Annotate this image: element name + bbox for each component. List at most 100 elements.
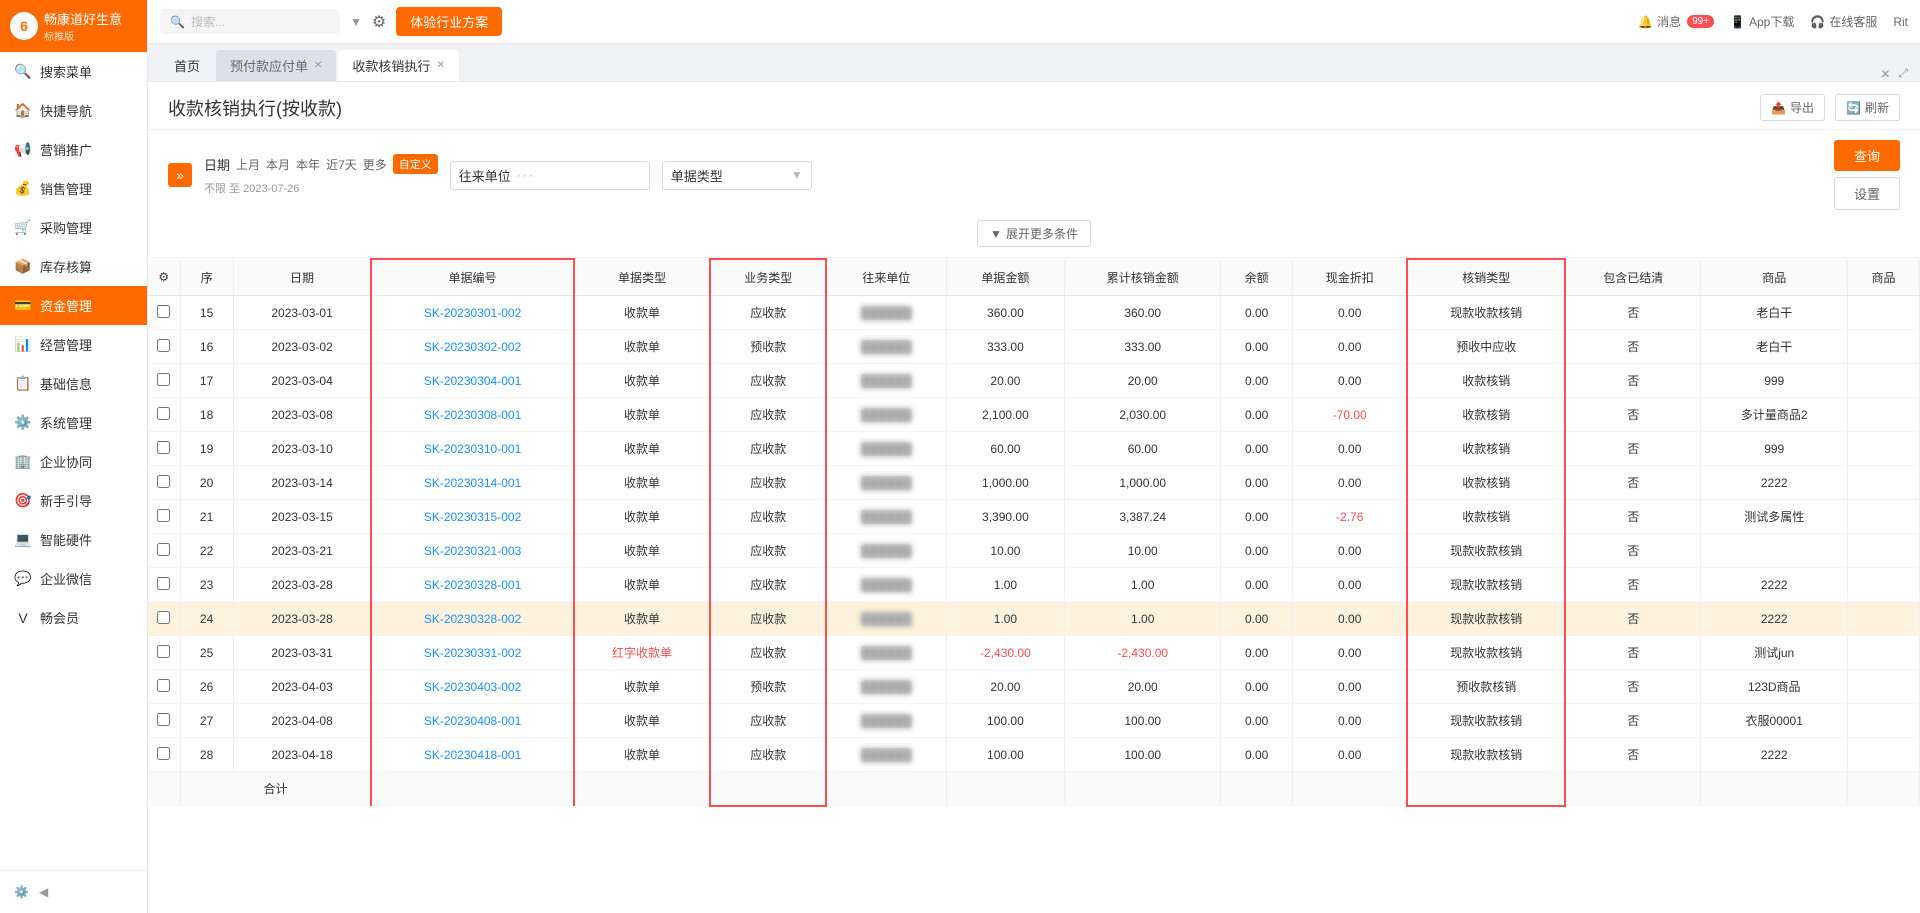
cell-gear[interactable] [148, 704, 180, 738]
industry-solution-button[interactable]: 体验行业方案 [396, 7, 502, 36]
cell-cumulative: 1,000.00 [1065, 466, 1221, 500]
cell-date: 2023-04-08 [233, 704, 371, 738]
sidebar-item-system[interactable]: ⚙️ 系统管理 [0, 403, 147, 442]
user-name[interactable]: Rit [1893, 15, 1908, 29]
refresh-button[interactable]: 🔄 刷新 [1835, 94, 1900, 121]
cell-gear[interactable] [148, 296, 180, 330]
tab-collection-close[interactable]: ✕ [436, 60, 444, 71]
cell-doc-type: 收款单 [574, 466, 711, 500]
cell-balance: 0.00 [1221, 602, 1293, 636]
doc-no-link[interactable]: SK-20230304-001 [424, 374, 521, 388]
sidebar-item-inventory[interactable]: 📦 库存核算 [0, 247, 147, 286]
bell-icon: 🔔 [1638, 15, 1653, 29]
cell-gear[interactable] [148, 636, 180, 670]
cell-cumulative: -2,430.00 [1065, 636, 1221, 670]
cell-no: 27 [180, 704, 233, 738]
doc-no-link[interactable]: SK-20230315-002 [424, 510, 521, 524]
app-download-link[interactable]: 📱 App下载 [1730, 13, 1794, 30]
tab-prepay-close[interactable]: ✕ [314, 60, 322, 71]
col-gear[interactable]: ⚙ [148, 259, 180, 296]
doc-no-link[interactable]: SK-20230418-001 [424, 748, 521, 762]
topbar-dropdown-arrow[interactable]: ▼ [350, 15, 362, 29]
cell-date: 2023-04-18 [233, 738, 371, 772]
date-custom[interactable]: 自定义 [393, 154, 438, 174]
query-button[interactable]: 查询 [1834, 140, 1900, 171]
sidebar-item-marketing[interactable]: 📢 营销推广 [0, 130, 147, 169]
doc-type-filter[interactable]: 单据类型 ▼ [662, 161, 812, 190]
export-button[interactable]: 📤 导出 [1760, 94, 1825, 121]
tab-maximize-icon[interactable]: ⤢ [1898, 66, 1908, 81]
cell-gear[interactable] [148, 364, 180, 398]
date-curr-year[interactable]: 本年 [296, 156, 320, 173]
notification-area[interactable]: 🔔 消息 99+ [1638, 13, 1714, 30]
cell-cancel-type: 现款收款核销 [1407, 296, 1565, 330]
sidebar-item-wechat[interactable]: 💬 企业微信 [0, 559, 147, 598]
sidebar-collapse-icon[interactable]: ◀ [39, 885, 48, 899]
table-row: 21 2023-03-15 SK-20230315-002 收款单 应收款 ██… [148, 500, 1920, 534]
tab-home[interactable]: 首页 [160, 50, 214, 81]
cell-partner: ██████ [826, 330, 946, 364]
sidebar-settings-icon[interactable]: ⚙️ [14, 885, 29, 899]
cell-gear[interactable] [148, 432, 180, 466]
tab-collection[interactable]: 收款核销执行 ✕ [338, 50, 458, 81]
sidebar-item-basic[interactable]: 📋 基础信息 [0, 364, 147, 403]
cell-biz-type: 应收款 [710, 636, 826, 670]
sidebar-item-enterprise[interactable]: 🏢 企业协同 [0, 442, 147, 481]
cell-goods2 [1848, 398, 1920, 432]
cell-gear[interactable] [148, 738, 180, 772]
cell-amount: 60.00 [946, 432, 1065, 466]
filter-toggle-button[interactable]: » [168, 163, 192, 187]
doc-no-link[interactable]: SK-20230302-002 [424, 340, 521, 354]
doc-no-link[interactable]: SK-20230308-001 [424, 408, 521, 422]
date-prev-month[interactable]: 上月 [236, 156, 260, 173]
doc-no-link[interactable]: SK-20230310-001 [424, 442, 521, 456]
col-goods2: 商品 [1848, 259, 1920, 296]
cell-goods: 老白干 [1701, 330, 1848, 364]
cell-biz-type: 应收款 [710, 296, 826, 330]
date-curr-month[interactable]: 本月 [266, 156, 290, 173]
sidebar-item-quicknav[interactable]: 🏠 快捷导航 [0, 91, 147, 130]
filter-settings-button[interactable]: 设置 [1834, 177, 1900, 210]
sidebar-item-operations[interactable]: 📊 经营管理 [0, 325, 147, 364]
doc-no-link[interactable]: SK-20230331-002 [424, 646, 521, 660]
cell-gear[interactable] [148, 602, 180, 636]
footer-cancel-type [1407, 772, 1565, 806]
cell-cancel-type: 现款收款核销 [1407, 738, 1565, 772]
hardware-icon: 💻 [14, 531, 32, 549]
cell-cancel-type: 现款收款核销 [1407, 534, 1565, 568]
expand-conditions-button[interactable]: ▼ 展开更多条件 [977, 220, 1091, 247]
sidebar-item-search[interactable]: 🔍 搜索菜单 [0, 52, 147, 91]
doc-no-link[interactable]: SK-20230314-001 [424, 476, 521, 490]
cell-doc-no: SK-20230315-002 [371, 500, 573, 534]
cell-gear[interactable] [148, 398, 180, 432]
doc-no-link[interactable]: SK-20230403-002 [424, 680, 521, 694]
topbar-gear-icon[interactable]: ⚙ [372, 12, 386, 32]
date-7days[interactable]: 近7天 [326, 156, 357, 173]
sidebar-item-member[interactable]: V 畅会员 [0, 598, 147, 637]
chevron-down-icon: ▼ [791, 168, 803, 182]
doc-no-link[interactable]: SK-20230328-001 [424, 578, 521, 592]
sidebar-item-sales[interactable]: 💰 销售管理 [0, 169, 147, 208]
cell-gear[interactable] [148, 466, 180, 500]
online-service-link[interactable]: 🎧 在线客服 [1810, 13, 1877, 30]
sidebar-item-purchase[interactable]: 🛒 采购管理 [0, 208, 147, 247]
doc-no-link[interactable]: SK-20230408-001 [424, 714, 521, 728]
footer-goods [1701, 772, 1848, 806]
cell-cancel-type: 预收中应收 [1407, 330, 1565, 364]
sidebar-item-finance[interactable]: 💳 资金管理 [0, 286, 147, 325]
cell-gear[interactable] [148, 330, 180, 364]
tab-close-all-icon[interactable]: ✕ [1880, 67, 1890, 81]
topbar-search-box[interactable]: 🔍 搜索... [160, 9, 340, 34]
cell-gear[interactable] [148, 670, 180, 704]
doc-no-link[interactable]: SK-20230328-002 [424, 612, 521, 626]
tab-prepay[interactable]: 预付款应付单 ✕ [216, 50, 336, 81]
date-more[interactable]: 更多 [363, 156, 387, 173]
sidebar-item-hardware[interactable]: 💻 智能硬件 [0, 520, 147, 559]
cell-gear[interactable] [148, 534, 180, 568]
cell-gear[interactable] [148, 500, 180, 534]
partner-filter[interactable]: 往来单位 ··· [450, 161, 650, 190]
sidebar-item-guide[interactable]: 🎯 新手引导 [0, 481, 147, 520]
doc-no-link[interactable]: SK-20230321-003 [424, 544, 521, 558]
doc-no-link[interactable]: SK-20230301-002 [424, 306, 521, 320]
cell-gear[interactable] [148, 568, 180, 602]
